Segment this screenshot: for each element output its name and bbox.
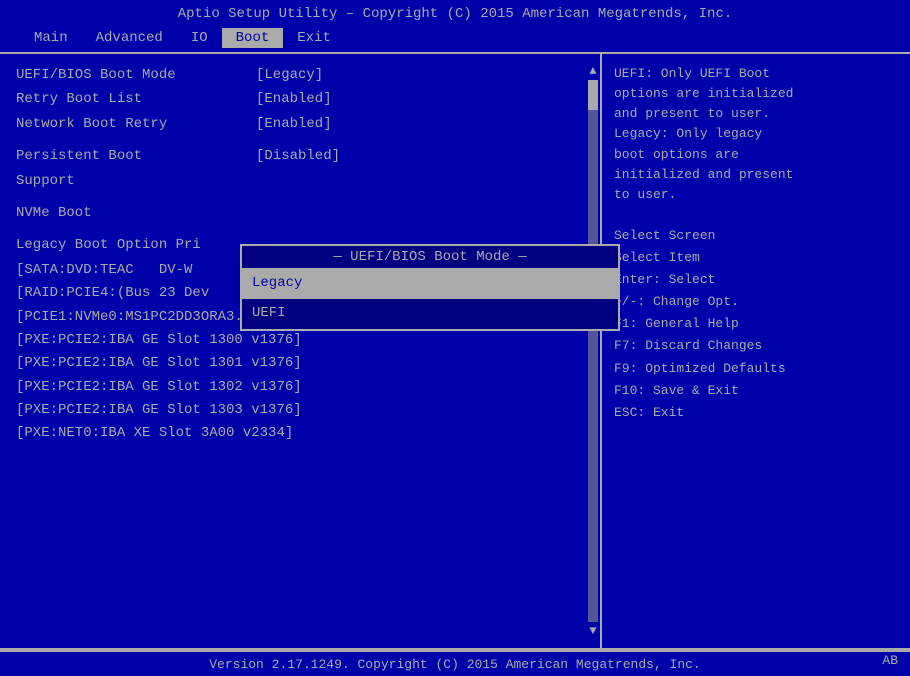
shortcut-enter: Enter: Select (614, 269, 898, 291)
setting-label-nvme: NVMe Boot (16, 202, 256, 224)
boot-item-4[interactable]: [PXE:PCIE2:IBA GE Slot 1300 v1376] (16, 329, 584, 351)
title-bar: Aptio Setup Utility – Copyright (C) 2015… (0, 0, 910, 26)
footer-text: Version 2.17.1249. Copyright (C) 2015 Am… (209, 657, 700, 672)
shortcut-select-screen: Select Screen (614, 225, 898, 247)
desc-line-6: initialized and present (614, 165, 898, 185)
setting-value-persistent-boot[interactable]: [Disabled] (256, 145, 340, 167)
right-panel-description: UEFI: Only UEFI Boot options are initial… (614, 64, 898, 205)
title-text: Aptio Setup Utility – Copyright (C) 2015… (178, 6, 733, 22)
shortcut-esc: ESC: Exit (614, 402, 898, 424)
setting-row-boot-mode: UEFI/BIOS Boot Mode [Legacy] (16, 64, 584, 86)
setting-label-retry-boot: Retry Boot List (16, 88, 256, 110)
dropdown-option-legacy[interactable]: Legacy (242, 269, 618, 299)
dropdown-option-uefi[interactable]: UEFI (242, 299, 618, 329)
desc-line-7: to user. (614, 185, 898, 205)
desc-line-2: options are initialized (614, 84, 898, 104)
boot-item-6[interactable]: [PXE:PCIE2:IBA GE Slot 1302 v1376] (16, 376, 584, 398)
scroll-arrow-up[interactable]: ▲ (589, 64, 596, 78)
setting-label-network-boot: Network Boot Retry (16, 113, 256, 135)
boot-item-8[interactable]: [PXE:NET0:IBA XE Slot 3A00 v2334] (16, 422, 584, 444)
desc-line-3: and present to user. (614, 104, 898, 124)
shortcut-change-opt: +/-: Change Opt. (614, 291, 898, 313)
shortcut-f10: F10: Save & Exit (614, 380, 898, 402)
left-panel: UEFI/BIOS Boot Mode [Legacy] Retry Boot … (0, 54, 600, 648)
shortcut-select-item: Select Item (614, 247, 898, 269)
boot-item-5[interactable]: [PXE:PCIE2:IBA GE Slot 1301 v1376] (16, 352, 584, 374)
main-area: UEFI/BIOS Boot Mode [Legacy] Retry Boot … (0, 54, 910, 648)
right-panel: UEFI: Only UEFI Boot options are initial… (600, 54, 910, 648)
setting-row-nvme: NVMe Boot (16, 202, 584, 224)
dropdown-modal: — UEFI/BIOS Boot Mode — Legacy UEFI (240, 244, 620, 331)
boot-item-7[interactable]: [PXE:PCIE2:IBA GE Slot 1303 v1376] (16, 399, 584, 421)
menu-item-exit[interactable]: Exit (283, 28, 345, 48)
menu-item-main[interactable]: Main (20, 28, 82, 48)
shortcut-f9: F9: Optimized Defaults (614, 358, 898, 380)
setting-label-boot-mode: UEFI/BIOS Boot Mode (16, 64, 256, 86)
setting-value-retry-boot[interactable]: [Enabled] (256, 88, 332, 110)
shortcut-f7: F7: Discard Changes (614, 335, 898, 357)
desc-line-1: UEFI: Only UEFI Boot (614, 64, 898, 84)
scroll-arrow-down[interactable]: ▼ (589, 624, 596, 638)
shortcut-f1: F1: General Help (614, 313, 898, 335)
setting-row-support: Support (16, 170, 584, 192)
footer: Version 2.17.1249. Copyright (C) 2015 Am… (0, 650, 910, 676)
shortcuts-section: Select Screen Select Item Enter: Select … (614, 225, 898, 424)
ab-badge: AB (882, 653, 898, 668)
menu-item-advanced[interactable]: Advanced (82, 28, 177, 48)
menu-item-io[interactable]: IO (177, 28, 222, 48)
desc-line-5: boot options are (614, 145, 898, 165)
menu-item-boot[interactable]: Boot (222, 28, 284, 48)
setting-row-network-boot: Network Boot Retry [Enabled] (16, 113, 584, 135)
desc-line-4: Legacy: Only legacy (614, 124, 898, 144)
setting-label-legacy-priority: Legacy Boot Option Pri (16, 234, 256, 256)
setting-row-retry-boot: Retry Boot List [Enabled] (16, 88, 584, 110)
setting-value-boot-mode[interactable]: [Legacy] (256, 64, 323, 86)
setting-label-support: Support (16, 170, 256, 192)
bios-screen: Aptio Setup Utility – Copyright (C) 2015… (0, 0, 910, 676)
dropdown-title: — UEFI/BIOS Boot Mode — (242, 246, 618, 269)
setting-row-persistent-boot: Persistent Boot [Disabled] (16, 145, 584, 167)
setting-label-persistent-boot: Persistent Boot (16, 145, 256, 167)
menu-bar: Main Advanced IO Boot Exit (0, 26, 910, 52)
setting-value-network-boot[interactable]: [Enabled] (256, 113, 332, 135)
